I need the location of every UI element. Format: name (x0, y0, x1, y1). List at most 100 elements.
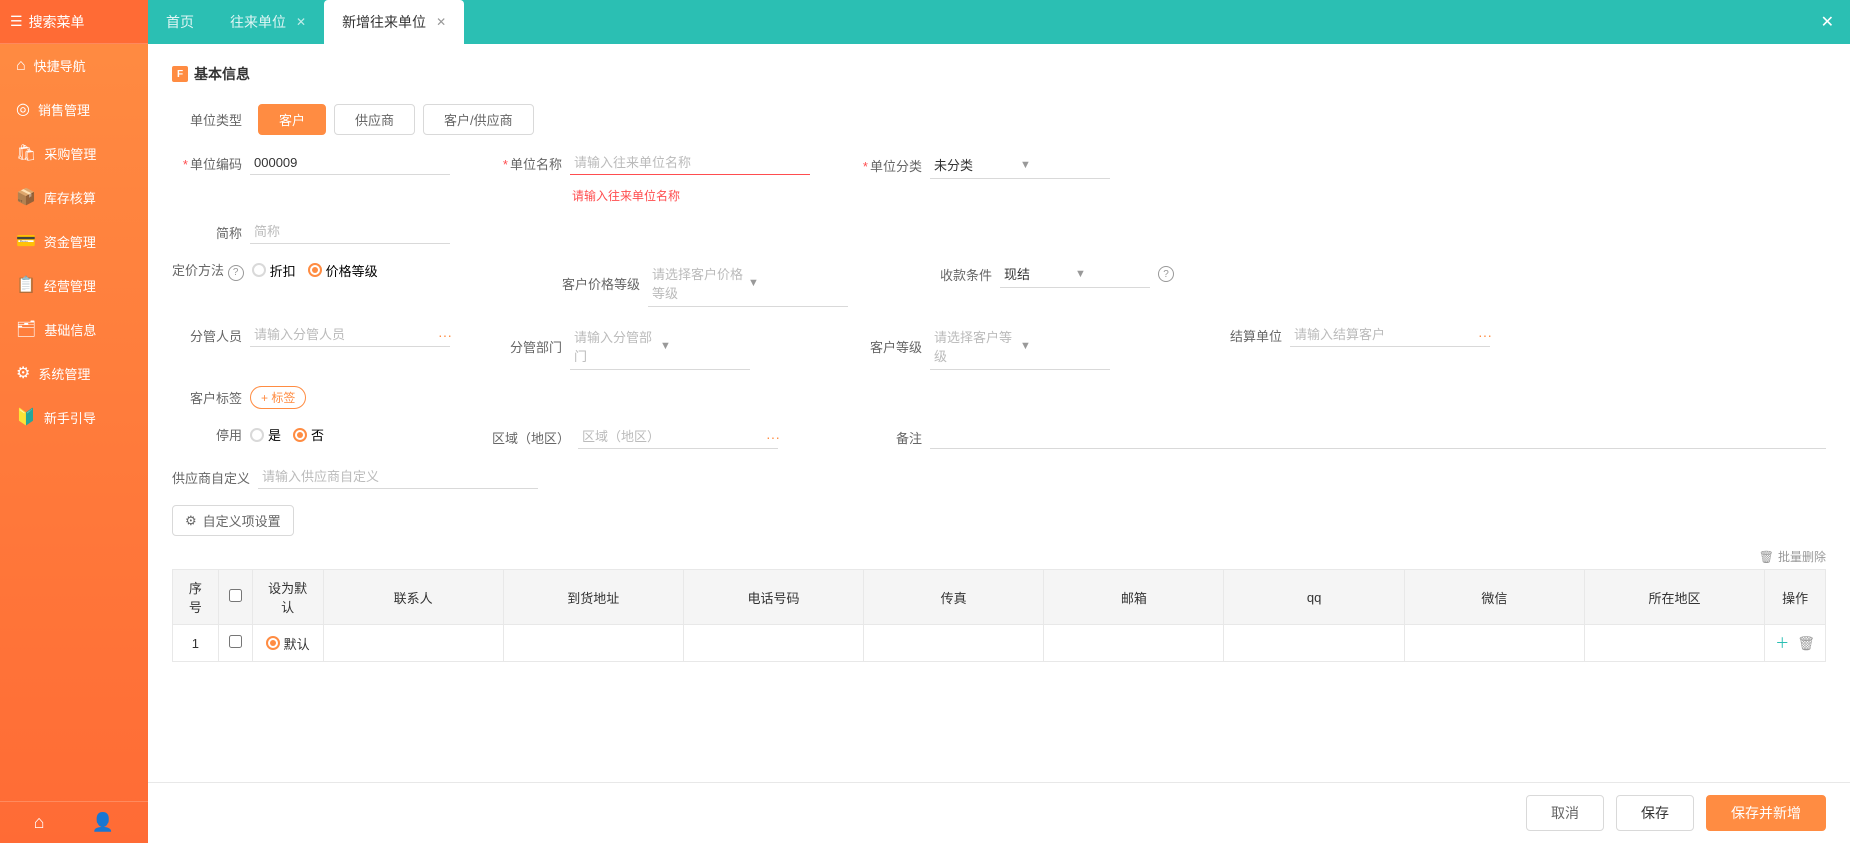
sidebar-item-label: 快捷导航 (34, 56, 86, 75)
tab-new-partner[interactable]: 新增往来单位 ✕ (324, 0, 464, 44)
sidebar-user-btn[interactable]: 👤 (92, 812, 114, 833)
sidebar-item-operations[interactable]: 📋 经营管理 (0, 263, 148, 307)
type-btn-supplier[interactable]: 供应商 (334, 104, 415, 135)
col-email: 邮箱 (1044, 570, 1224, 625)
payment-help-icon[interactable]: ? (1158, 266, 1174, 282)
col-phone: 电话号码 (683, 570, 863, 625)
radio-price-level[interactable]: 价格等级 (308, 261, 378, 280)
content-area: F 基本信息 单位类型 客户 供应商 客户/供应商 *单位编码 (148, 44, 1850, 782)
sidebar-item-label: 库存核算 (44, 188, 96, 207)
settlement-unit-input[interactable] (1290, 323, 1474, 346)
payment-terms-select[interactable]: 现结 ▼ (1000, 260, 1150, 288)
default-radio[interactable]: 默认 (263, 634, 313, 653)
unit-category-label: *单位分类 (852, 156, 922, 175)
add-row-btn[interactable]: ＋ (1775, 633, 1789, 653)
add-tag-btn[interactable]: + 标签 (250, 386, 306, 409)
sidebar-item-sales[interactable]: ◎ 销售管理 (0, 87, 148, 131)
customer-level-select[interactable]: 请选择客户等级 ▼ (930, 323, 1110, 370)
save-button[interactable]: 保存 (1616, 795, 1694, 831)
unit-name-input[interactable] (570, 151, 810, 175)
col-action: 操作 (1765, 570, 1826, 625)
cell-fax (864, 625, 1044, 662)
tab-partners-close[interactable]: ✕ (296, 15, 306, 29)
tab-home[interactable]: 首页 (148, 0, 212, 44)
phone-input[interactable] (694, 636, 853, 651)
customer-price-level-select[interactable]: 请选择客户价格等级 ▼ (648, 260, 848, 307)
region-table-input[interactable] (1595, 636, 1754, 651)
remarks-group: 备注 (852, 425, 1826, 449)
chevron-down-icon-3: ▼ (1075, 268, 1146, 280)
fax-input[interactable] (874, 636, 1033, 651)
action-cell: ＋ 🗑 (1775, 633, 1815, 653)
email-input[interactable] (1054, 636, 1213, 651)
select-all-checkbox[interactable] (229, 589, 242, 602)
cell-email (1044, 625, 1224, 662)
cancel-button[interactable]: 取消 (1526, 795, 1604, 831)
sidebar-home-btn[interactable]: ⌂ (34, 812, 45, 833)
sidebar-search[interactable]: ☰ 搜索菜单 (0, 0, 148, 44)
manager-more-btn[interactable]: ··· (438, 327, 452, 343)
pricing-help-icon[interactable]: ? (228, 265, 244, 281)
contact-input[interactable] (334, 636, 493, 651)
radio-yes[interactable]: 是 (250, 425, 281, 444)
sidebar-item-label: 基础信息 (44, 320, 96, 339)
department-label: 分管部门 (492, 337, 562, 356)
tab-bar-close-btn[interactable]: ✕ (1805, 12, 1850, 32)
sales-icon: ◎ (16, 99, 30, 119)
radio-discount-circle (252, 263, 266, 277)
sidebar-item-label: 销售管理 (38, 100, 90, 119)
tab-new-partner-close[interactable]: ✕ (436, 15, 446, 29)
remarks-input[interactable] (930, 425, 1826, 448)
save-add-button[interactable]: 保存并新增 (1706, 795, 1826, 831)
pricing-row: 定价方法 ? 折扣 价格等级 客户价格等级 请选择客户价 (172, 260, 1826, 307)
region-label: 区域（地区） (492, 428, 570, 447)
sidebar-item-purchase[interactable]: 🛍 采购管理 (0, 131, 148, 175)
supplier-custom-label: 供应商自定义 (172, 468, 250, 487)
radio-discount[interactable]: 折扣 (252, 261, 296, 280)
sidebar-item-system[interactable]: ⚙ 系统管理 (0, 351, 148, 395)
short-name-input[interactable] (250, 220, 450, 244)
unit-category-select[interactable]: 未分类 ▼ (930, 151, 1110, 179)
sidebar-item-finance[interactable]: 💳 资金管理 (0, 219, 148, 263)
col-check (218, 570, 252, 625)
custom-settings-btn[interactable]: ⚙ 自定义项设置 (172, 505, 294, 536)
settlement-unit-more-btn[interactable]: ··· (1478, 327, 1492, 343)
delete-row-btn[interactable]: 🗑 (1797, 635, 1815, 652)
sidebar-bottom: ⌂ 👤 (0, 801, 148, 843)
default-label: 默认 (284, 634, 310, 653)
sidebar-item-guide[interactable]: 🔰 新手引导 (0, 395, 148, 439)
batch-delete-btn[interactable]: 🗑 批量删除 (1759, 548, 1826, 565)
customer-price-level-group: 客户价格等级 请选择客户价格等级 ▼ (562, 260, 882, 307)
guide-icon: 🔰 (16, 407, 36, 427)
sidebar-search-label: 搜索菜单 (29, 12, 85, 32)
radio-no[interactable]: 否 (293, 425, 324, 444)
wechat-input[interactable] (1415, 636, 1574, 651)
disabled-radio-group: 是 否 (250, 425, 324, 444)
type-btn-customer[interactable]: 客户 (258, 104, 326, 135)
manager-input[interactable] (250, 323, 434, 346)
department-select[interactable]: 请输入分管部门 ▼ (570, 323, 750, 370)
row-checkbox[interactable] (229, 635, 242, 648)
address-input[interactable] (514, 636, 673, 651)
unit-code-input[interactable] (250, 151, 450, 175)
region-input[interactable] (578, 425, 762, 448)
gear-icon: ⚙ (185, 513, 197, 529)
col-qq: qq (1224, 570, 1404, 625)
qq-input[interactable] (1234, 636, 1393, 651)
customer-level-group: 客户等级 请选择客户等级 ▼ (852, 323, 1172, 370)
required-star-name: * (503, 157, 508, 172)
type-btn-both[interactable]: 客户/供应商 (423, 104, 534, 135)
sidebar-item-quick-nav[interactable]: ⌂ 快捷导航 (0, 44, 148, 87)
customer-price-level-placeholder: 请选择客户价格等级 (652, 264, 748, 302)
section-title-text: 基本信息 (194, 64, 250, 84)
table-row: 1 默认 (173, 625, 1826, 662)
section-icon: F (172, 66, 188, 82)
sidebar-item-basic-info[interactable]: 🗂 基础信息 (0, 307, 148, 351)
cell-phone (683, 625, 863, 662)
supplier-custom-input[interactable] (258, 465, 538, 489)
unit-name-group: *单位名称 请输入往来单位名称 (492, 151, 812, 204)
sidebar-item-inventory[interactable]: 📦 库存核算 (0, 175, 148, 219)
tab-partners[interactable]: 往来单位 ✕ (212, 0, 324, 44)
region-more-btn[interactable]: ··· (766, 429, 780, 445)
customer-tag-row: 客户标签 + 标签 (172, 386, 1826, 409)
